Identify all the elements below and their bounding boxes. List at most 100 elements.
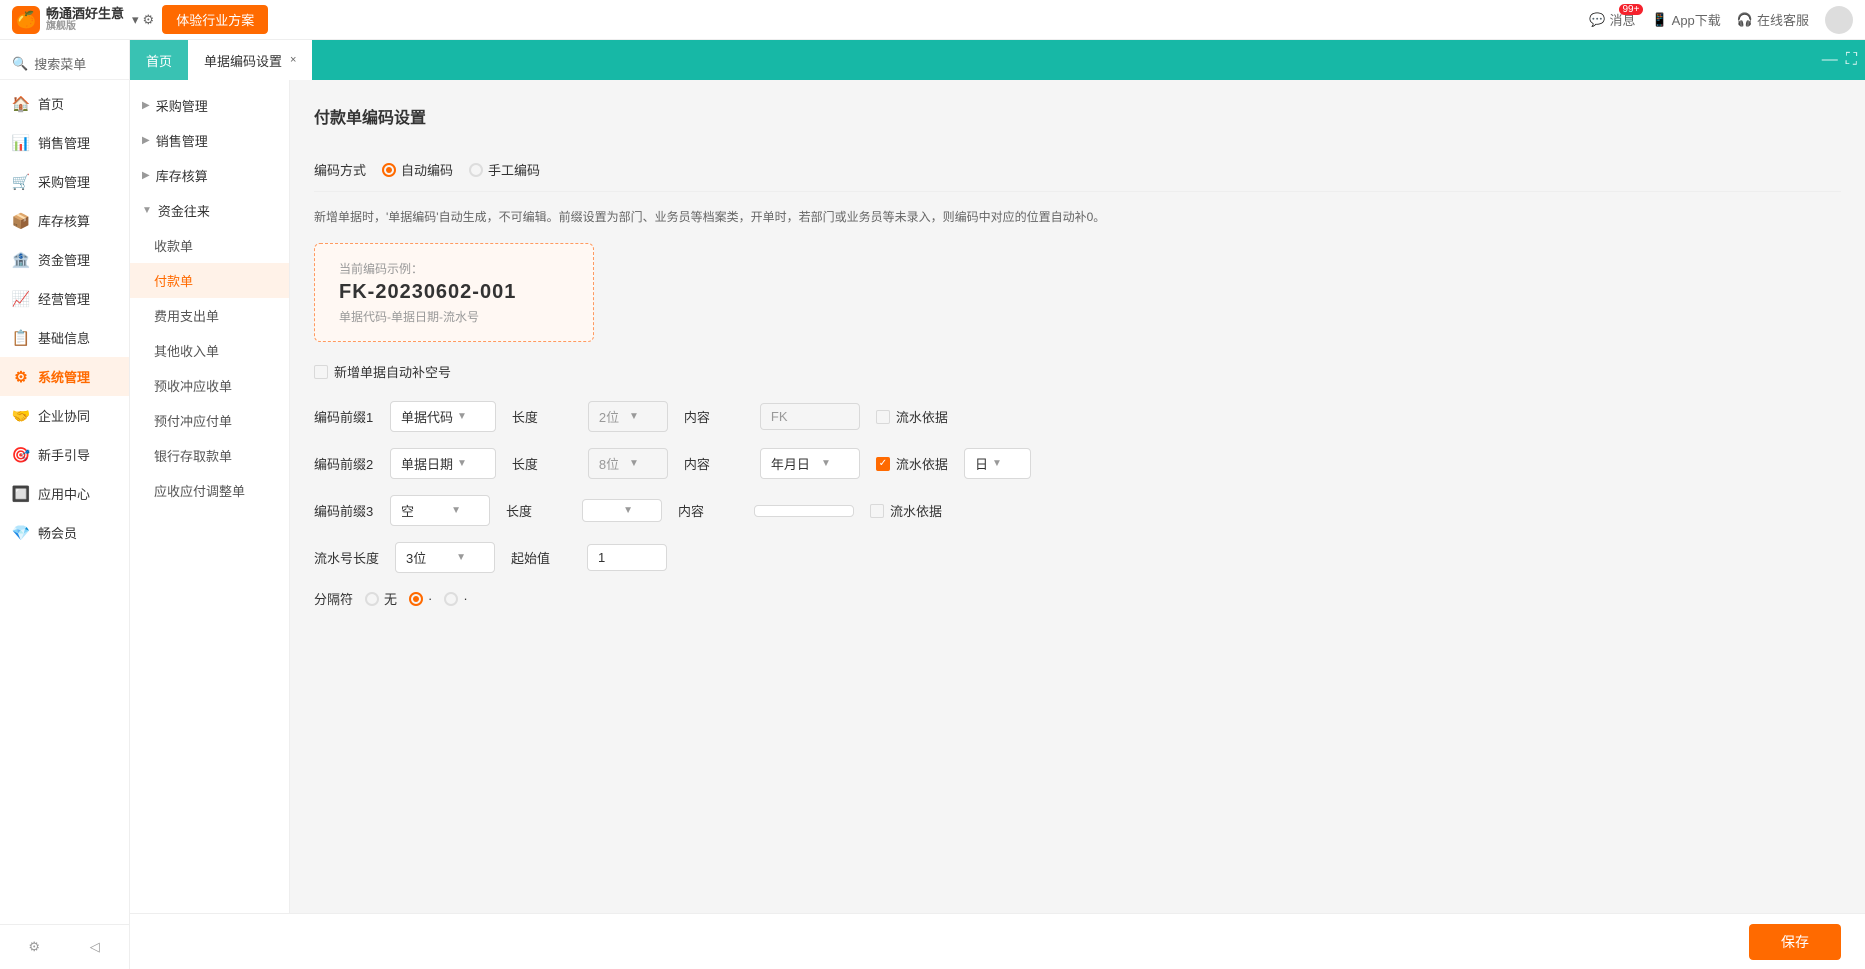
sidebar-bottom: ⚙ ◁ <box>0 924 129 969</box>
sub-item-payment[interactable]: 付款单 <box>130 263 289 298</box>
prefix2-row: 编码前缀2 单据日期 ▼ 长度 8位 ▼ 内容 年月日 ▼ <box>314 448 1841 479</box>
sep-dash-radio[interactable]: · <box>409 591 432 606</box>
sub-group-inventory-title[interactable]: ▶ 库存核算 <box>130 158 289 193</box>
length2-select[interactable]: 8位 ▼ <box>588 448 668 479</box>
message-item[interactable]: 💬 消息 99+ <box>1589 10 1635 29</box>
auto-fill-checkbox[interactable] <box>314 365 328 379</box>
manual-code-radio[interactable]: 手工编码 <box>469 160 540 179</box>
sub-group-purchase-label: 采购管理 <box>156 96 208 115</box>
sidebar-collapse-btn[interactable]: ◁ <box>69 933 122 961</box>
waterflow2-checkbox[interactable]: ✓ <box>876 457 890 471</box>
prefix2-select[interactable]: 单据日期 ▼ <box>390 448 496 479</box>
prefix3-select[interactable]: 空 ▼ <box>390 495 490 526</box>
sidebar-item-home[interactable]: 🏠 首页 <box>0 84 129 123</box>
serial-length-row: 流水号长度 3位 ▼ 起始值 1 <box>314 542 1841 573</box>
sidebar-item-operation[interactable]: 📈 经营管理 <box>0 279 129 318</box>
waterflow3-row: 流水依据 <box>870 501 942 520</box>
waterflow1-label: 流水依据 <box>896 407 948 426</box>
sidebar-item-sales[interactable]: 📊 销售管理 <box>0 123 129 162</box>
tab-active[interactable]: 单据编码设置 × <box>188 40 312 80</box>
online-service-item[interactable]: 🎧 在线客服 <box>1737 10 1809 29</box>
sep-dot-radio[interactable]: · <box>444 591 467 606</box>
prefix1-row: 编码前缀1 单据代码 ▼ 长度 2位 ▼ 内容 FK <box>314 401 1841 432</box>
sub-group-finance-title[interactable]: ▼ 资金往来 <box>130 193 289 228</box>
trial-button[interactable]: 体验行业方案 <box>162 5 268 34</box>
auto-code-radio[interactable]: 自动编码 <box>382 160 453 179</box>
bottom-bar: 保存 <box>130 913 1865 969</box>
prefix3-row: 编码前缀3 空 ▼ 长度 ▼ 内容 <box>314 495 1841 526</box>
sidebar-item-newbie[interactable]: 🎯 新手引导 <box>0 435 129 474</box>
sep-none-radio[interactable]: 无 <box>365 589 397 608</box>
sidebar-item-system[interactable]: ⚙ 系统管理 <box>0 357 129 396</box>
tab-home[interactable]: 首页 <box>130 40 188 80</box>
user-avatar[interactable] <box>1825 6 1853 34</box>
manual-code-radio-circle <box>469 163 483 177</box>
topbar-left: 🍊 畅通酒好生意 旗舰版 ▾ ⚙ 体验行业方案 <box>12 5 268 34</box>
tab-minimize-icon[interactable]: — <box>1822 51 1838 69</box>
sub-group-purchase-title[interactable]: ▶ 采购管理 <box>130 88 289 123</box>
sub-item-receipt[interactable]: 收款单 <box>130 228 289 263</box>
waterflow1-checkbox[interactable] <box>876 410 890 424</box>
tab-close-icon[interactable]: × <box>290 54 296 66</box>
sidebar-item-enterprise[interactable]: 🤝 企业协同 <box>0 396 129 435</box>
nav-dropdown-arrow[interactable]: ▾ <box>132 12 139 28</box>
content3-input[interactable] <box>754 505 854 517</box>
auto-code-label: 自动编码 <box>401 160 453 179</box>
sub-item-prepay-ar[interactable]: 预收冲应收单 <box>130 368 289 403</box>
length1-arrow: ▼ <box>629 411 639 422</box>
sep-dash-label: · <box>428 591 432 606</box>
sub-item-adjustment[interactable]: 应收应付调整单 <box>130 473 289 508</box>
waterflow3-checkbox[interactable] <box>870 504 884 518</box>
sidebar-label-purchase: 采购管理 <box>38 172 90 191</box>
sidebar-item-vip[interactable]: 💎 畅会员 <box>0 513 129 552</box>
app-icon: 📱 <box>1651 12 1667 28</box>
manual-code-label: 手工编码 <box>488 160 540 179</box>
sub-item-other-income[interactable]: 其他收入单 <box>130 333 289 368</box>
serial-length-arrow: ▼ <box>456 552 466 563</box>
topbar-nav[interactable]: ▾ ⚙ <box>132 12 154 28</box>
content1-input[interactable]: FK <box>760 403 860 430</box>
sub-group-sales-title[interactable]: ▶ 销售管理 <box>130 123 289 158</box>
sub-group-inventory: ▶ 库存核算 <box>130 158 289 193</box>
info-text: 新增单据时，'单据编码'自动生成，不可编辑。前缀设置为部门、业务员等档案类，开单… <box>314 208 1841 227</box>
serial-length-select[interactable]: 3位 ▼ <box>395 542 495 573</box>
sep-radio-group: 无 · · <box>365 589 468 608</box>
search-menu[interactable]: 🔍 搜索菜单 <box>0 48 129 80</box>
length2-arrow: ▼ <box>629 458 639 469</box>
prefix3-value: 空 <box>401 501 414 520</box>
sub-item-expense[interactable]: 费用支出单 <box>130 298 289 333</box>
coding-method-row: 编码方式 自动编码 手工编码 <box>314 148 1841 192</box>
content-area: ▶ 采购管理 ▶ 销售管理 ▶ 库存核算 <box>130 80 1865 913</box>
prefix1-select[interactable]: 单据代码 ▼ <box>390 401 496 432</box>
waterflow2-row: ✓ 流水依据 <box>876 454 948 473</box>
waterflow2-label: 流水依据 <box>896 454 948 473</box>
code-preview-label: 当前编码示例： <box>339 260 569 277</box>
waterflow2-period-select[interactable]: 日 ▼ <box>964 448 1031 479</box>
waterflow3-label: 流水依据 <box>890 501 942 520</box>
sidebar-item-finance[interactable]: 🏦 资金管理 <box>0 240 129 279</box>
finance-icon: 🏦 <box>12 251 30 269</box>
start-value-input[interactable]: 1 <box>587 544 667 571</box>
enterprise-icon: 🤝 <box>12 407 30 425</box>
tab-maximize-icon[interactable]: ⛶ <box>1846 51 1857 69</box>
content2-arrow: ▼ <box>821 458 831 469</box>
sub-item-bank[interactable]: 银行存取款单 <box>130 438 289 473</box>
sub-item-prepay-ap[interactable]: 预付冲应付单 <box>130 403 289 438</box>
sidebar-item-basic[interactable]: 📋 基础信息 <box>0 318 129 357</box>
sidebar-item-purchase[interactable]: 🛒 采购管理 <box>0 162 129 201</box>
content2-select[interactable]: 年月日 ▼ <box>760 448 860 479</box>
sidebar-item-apps[interactable]: 🔲 应用中心 <box>0 474 129 513</box>
sidebar-settings-btn[interactable]: ⚙ <box>8 933 61 961</box>
waterflow1-row: 流水依据 <box>876 407 948 426</box>
length3-select[interactable]: ▼ <box>582 499 662 522</box>
coding-method-label: 编码方式 <box>314 160 366 179</box>
app-download-item[interactable]: 📱 App下载 <box>1651 10 1720 29</box>
active-tab-label: 单据编码设置 <box>204 51 282 70</box>
settings-icon[interactable]: ⚙ <box>143 12 155 28</box>
sidebar-item-inventory[interactable]: 📦 库存核算 <box>0 201 129 240</box>
length1-select[interactable]: 2位 ▼ <box>588 401 668 432</box>
system-icon: ⚙ <box>12 368 30 386</box>
length2-value: 8位 <box>599 454 619 473</box>
save-button[interactable]: 保存 <box>1749 924 1841 960</box>
code-preview-desc: 单据代码-单据日期-流水号 <box>339 308 569 325</box>
